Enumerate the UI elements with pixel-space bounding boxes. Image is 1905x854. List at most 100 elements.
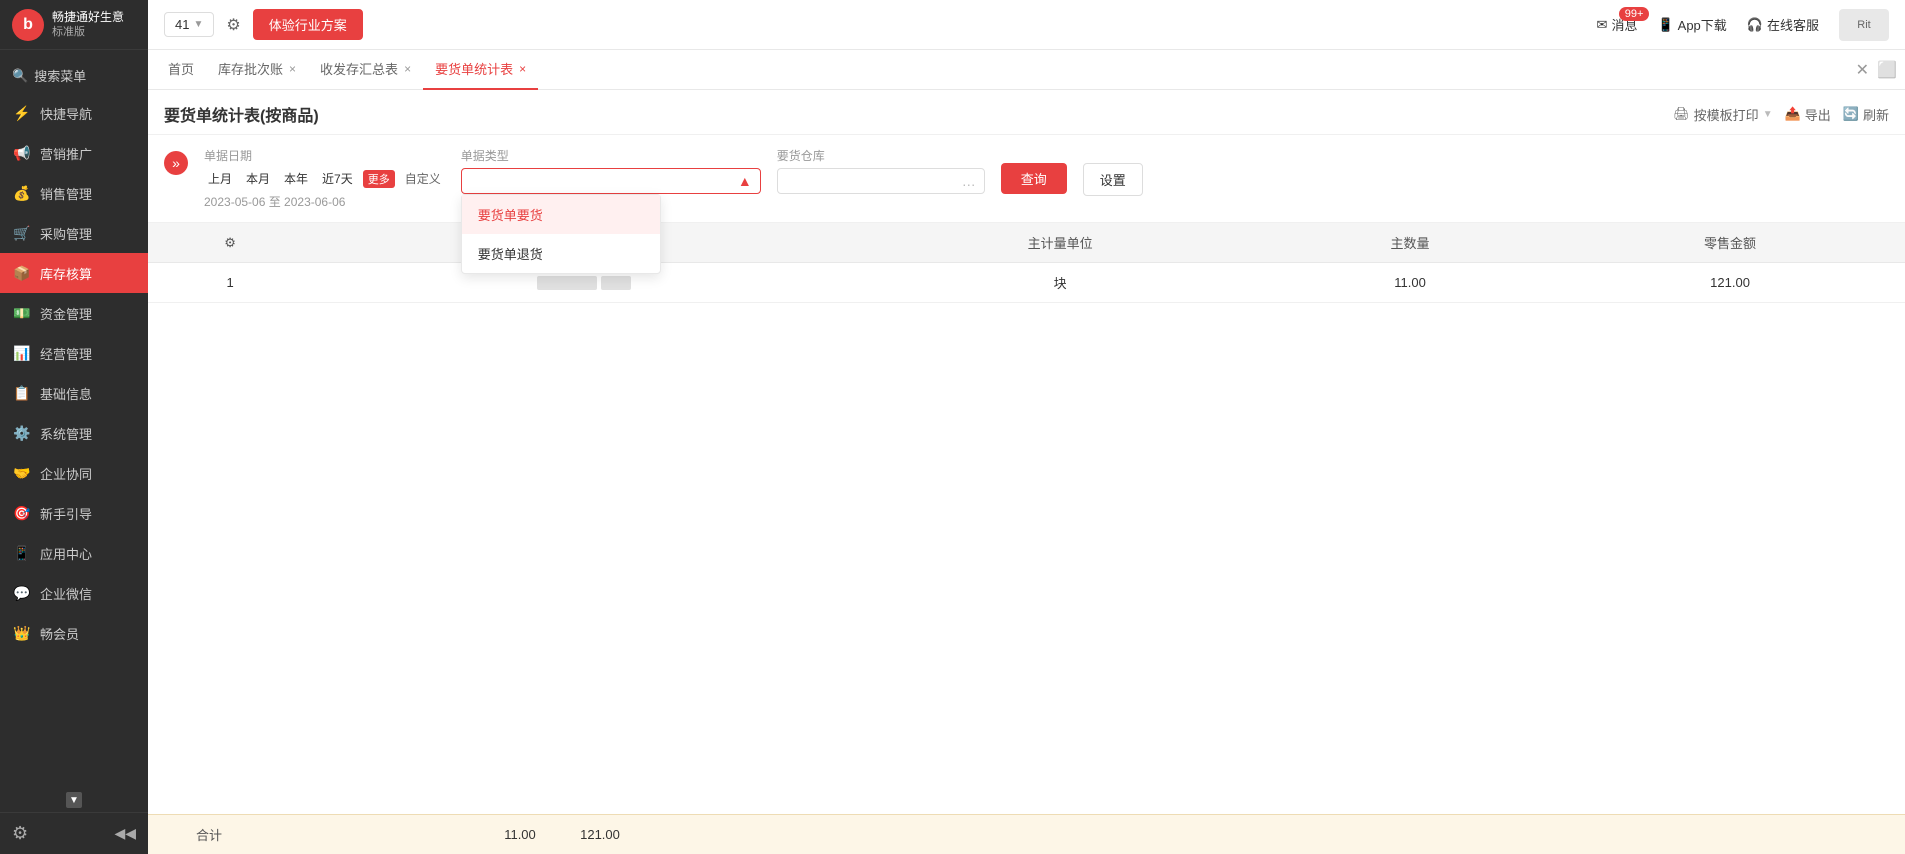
sidebar-item-sales[interactable]: 💰 销售管理 (0, 173, 148, 213)
tab-receive-summary-label: 收发存汇总表 (320, 59, 398, 78)
sidebar-item-system[interactable]: ⚙️ 系统管理 (0, 413, 148, 453)
trial-btn[interactable]: 体验行业方案 (253, 9, 363, 40)
tab-order-stats[interactable]: 要货单统计表 × (423, 50, 538, 90)
dropdown-item-order-goods[interactable]: 要货单要货 (462, 195, 660, 234)
date-btn-custom[interactable]: 自定义 (401, 168, 445, 189)
sidebar-item-quick-nav[interactable]: ⚡ 快捷导航 (0, 93, 148, 133)
sidebar-item-finance[interactable]: 💵 资金管理 (0, 293, 148, 333)
sidebar-item-marketing[interactable]: 📢 营销推广 (0, 133, 148, 173)
sidebar-item-label: 销售管理 (40, 184, 92, 203)
filter-expand-btn[interactable]: » (164, 151, 188, 175)
date-btn-last-month[interactable]: 上月 (204, 168, 236, 189)
sidebar-item-vip[interactable]: 👑 畅会员 (0, 613, 148, 653)
warehouse-more-icon[interactable]: … (962, 173, 976, 189)
messages-btn[interactable]: ✉ 消息 99+ (1597, 15, 1638, 34)
date-btn-this-year[interactable]: 本年 (280, 168, 312, 189)
sidebar-item-enterprise[interactable]: 🤝 企业协同 (0, 453, 148, 493)
sidebar-item-label: 企业微信 (40, 584, 92, 603)
main-area: 41 ▼ ⚙ 体验行业方案 ✉ 消息 99+ 📱 App下载 🎧 在线客服 Ri… (148, 0, 1905, 854)
refresh-label: 刷新 (1863, 105, 1889, 124)
filter-type-input-wrap[interactable]: ▲ (461, 168, 761, 194)
filter-type-clear-icon[interactable]: ▲ (738, 173, 752, 189)
branch-selector[interactable]: 41 ▼ (164, 12, 214, 37)
tab-receive-summary-close[interactable]: × (404, 62, 411, 76)
settings-icon[interactable]: ⚙ (12, 823, 28, 844)
finance-icon: 💵 (12, 303, 32, 323)
messages-icon: ✉ (1597, 17, 1608, 33)
template-print-icon: 🖨 (1673, 106, 1690, 122)
filter-date-label: 单据日期 (204, 147, 445, 164)
sidebar-scroll-down[interactable]: ▼ (66, 792, 82, 808)
sidebar-logo: b 畅捷通好生意 标准版 (0, 0, 148, 50)
page-title: 要货单统计表(按商品) (164, 102, 319, 126)
product-name-bar1 (537, 276, 597, 290)
win-maximize-btn[interactable]: ⬜ (1877, 60, 1897, 80)
sidebar-item-label: 基础信息 (40, 384, 92, 403)
sidebar: b 畅捷通好生意 标准版 🔍 搜索菜单 ⚡ 快捷导航 📢 营销推广 💰 销售管理… (0, 0, 148, 854)
date-btn-this-month[interactable]: 本月 (242, 168, 274, 189)
sidebar-item-label: 资金管理 (40, 304, 92, 323)
search-icon: 🔍 (12, 68, 28, 84)
online-service-btn[interactable]: 🎧 在线客服 (1747, 15, 1819, 34)
app-download-btn[interactable]: 📱 App下载 (1657, 15, 1726, 34)
sidebar-item-label: 营销推广 (40, 144, 92, 163)
tab-batch-account[interactable]: 库存批次账 × (206, 50, 308, 90)
tab-batch-account-label: 库存批次账 (218, 59, 283, 78)
guide-icon: 🎯 (12, 503, 32, 523)
tab-receive-summary[interactable]: 收发存汇总表 × (308, 50, 423, 90)
sidebar-nav: ⚡ 快捷导航 📢 营销推广 💰 销售管理 🛒 采购管理 📦 库存核算 💵 资金管… (0, 93, 148, 788)
tab-home[interactable]: 首页 (156, 50, 206, 90)
date-more-tag[interactable]: 更多 (363, 170, 395, 188)
settings-filter-btn[interactable]: 设置 (1083, 163, 1143, 196)
topbar-left: 41 ▼ ⚙ 体验行业方案 (164, 9, 363, 40)
online-service-icon: 🎧 (1747, 17, 1763, 33)
topbar-settings-icon[interactable]: ⚙ (226, 15, 240, 35)
messages-badge: 99+ (1619, 7, 1650, 21)
sidebar-item-label: 快捷导航 (40, 104, 92, 123)
app-download-label: App下载 (1678, 15, 1727, 34)
sidebar-item-wechat[interactable]: 💬 企业微信 (0, 573, 148, 613)
topbar: 41 ▼ ⚙ 体验行业方案 ✉ 消息 99+ 📱 App下载 🎧 在线客服 Ri… (148, 0, 1905, 50)
filter-warehouse-input[interactable] (786, 174, 962, 189)
tab-order-stats-close[interactable]: × (519, 62, 526, 76)
online-service-label: 在线客服 (1767, 15, 1819, 34)
dropdown-item-order-return[interactable]: 要货单退货 (462, 234, 660, 273)
sidebar-item-guide[interactable]: 🎯 新手引导 (0, 493, 148, 533)
sidebar-item-label: 经营管理 (40, 344, 92, 363)
win-close-btn[interactable]: ✕ (1856, 60, 1869, 80)
app-download-icon: 📱 (1657, 17, 1673, 33)
refresh-btn[interactable]: 🔄 刷新 (1843, 105, 1889, 124)
tab-batch-account-close[interactable]: × (289, 62, 296, 76)
table-header-row: ⚙ 商品 主计量单位 主数量 零售金额 (148, 223, 1905, 263)
th-amount: 零售金额 (1555, 223, 1905, 263)
template-print-btn[interactable]: 🖨 按模板打印 ▼ (1673, 105, 1772, 124)
sidebar-item-inventory[interactable]: 📦 库存核算 (0, 253, 148, 293)
filter-type-label: 单据类型 (461, 147, 761, 164)
sidebar-item-basic[interactable]: 📋 基础信息 (0, 373, 148, 413)
th-unit: 主计量单位 (855, 223, 1265, 263)
query-btn[interactable]: 查询 (1001, 163, 1067, 194)
filter-date-btns: 上月 本月 本年 近7天 更多 自定义 (204, 168, 445, 189)
marketing-icon: 📢 (12, 143, 32, 163)
collapse-icon[interactable]: ◀◀ (114, 825, 136, 842)
filter-warehouse-input-wrap[interactable]: … (777, 168, 985, 194)
enterprise-icon: 🤝 (12, 463, 32, 483)
export-btn[interactable]: 📤 导出 (1785, 105, 1831, 124)
th-settings[interactable]: ⚙ (148, 223, 312, 263)
sidebar-search[interactable]: 🔍 搜索菜单 (0, 58, 148, 93)
date-btn-last-7days[interactable]: 近7天 (318, 168, 357, 189)
sidebar-item-operation[interactable]: 📊 经营管理 (0, 333, 148, 373)
sidebar-item-appstore[interactable]: 📱 应用中心 (0, 533, 148, 573)
sales-icon: 💰 (12, 183, 32, 203)
user-avatar[interactable]: Rit (1839, 9, 1889, 41)
type-dropdown: 要货单要货 要货单退货 (461, 194, 661, 274)
sidebar-item-label: 系统管理 (40, 424, 92, 443)
sidebar-item-purchase[interactable]: 🛒 采购管理 (0, 213, 148, 253)
footer-quantity: 11.00 (480, 827, 560, 842)
sidebar-item-label: 采购管理 (40, 224, 92, 243)
sidebar-item-label: 企业协同 (40, 464, 92, 483)
sidebar-scroll-top (0, 50, 148, 58)
filter-warehouse-label: 要货仓库 (777, 147, 985, 164)
column-settings-icon: ⚙ (224, 235, 236, 250)
filter-type-input[interactable] (470, 174, 738, 189)
